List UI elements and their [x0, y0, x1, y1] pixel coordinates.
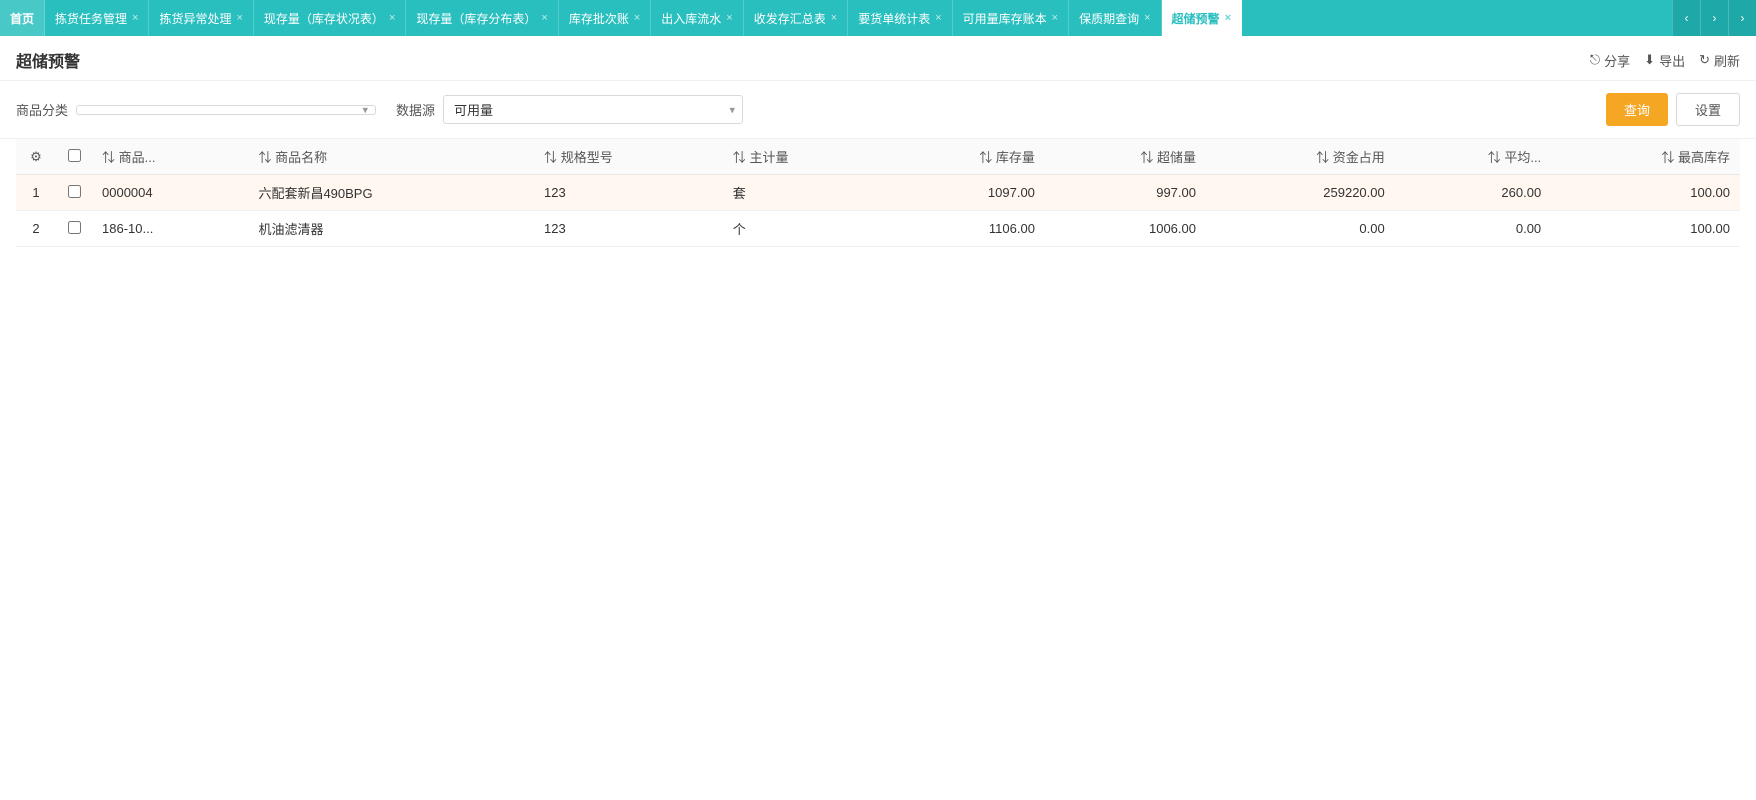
th-capital[interactable]: ⇅ 资金占用 — [1206, 139, 1395, 175]
nav-tab-overstock-warning[interactable]: 超储预警 × — [1162, 0, 1242, 36]
nav-tab-inventory-dist[interactable]: 现存量（库存分布表） × — [406, 0, 558, 36]
cell-stock: 1097.00 — [884, 175, 1045, 211]
row-num: 2 — [16, 211, 56, 247]
settings-button[interactable]: 设置 — [1676, 93, 1740, 126]
th-gear[interactable]: ⚙ — [16, 139, 56, 175]
th-stock[interactable]: ⇅ 库存量 — [884, 139, 1045, 175]
nav-next-button[interactable]: › — [1700, 0, 1728, 36]
nav-tab-quality-check[interactable]: 保质期查询 × — [1069, 0, 1161, 36]
close-icon[interactable]: × — [726, 12, 732, 24]
cell-product-name: 机油滤清器 — [248, 211, 534, 247]
nav-tab-order-stats[interactable]: 要货单统计表 × — [848, 0, 952, 36]
cell-product-code: 186-10... — [92, 211, 248, 247]
page-container: 超储预警 ⎋ 分享 ⬇ 导出 ↻ 刷新 商品分类 ▾ — [0, 36, 1756, 800]
close-icon[interactable]: × — [1225, 12, 1231, 24]
th-max-stock[interactable]: ⇅ 最高库存 — [1551, 139, 1740, 175]
cell-avg: 0.00 — [1395, 211, 1551, 247]
category-select[interactable]: ▾ — [76, 105, 376, 115]
cell-max-stock: 100.00 — [1551, 211, 1740, 247]
refresh-icon: ↻ — [1699, 52, 1710, 68]
close-icon[interactable]: × — [831, 12, 837, 24]
refresh-button[interactable]: ↻ 刷新 — [1699, 51, 1740, 70]
row-num: 1 — [16, 175, 56, 211]
export-icon: ⬇ — [1644, 52, 1655, 68]
nav-tab-task-mgmt[interactable]: 拣货任务管理 × — [45, 0, 149, 36]
page-header: 超储预警 ⎋ 分享 ⬇ 导出 ↻ 刷新 — [0, 36, 1756, 81]
table-row: 2 186-10... 机油滤清器 123 个 1106.00 1006.00 … — [16, 211, 1740, 247]
close-icon[interactable]: × — [935, 12, 941, 24]
category-select-wrapper: ▾ — [76, 105, 376, 115]
cell-overstock: 997.00 — [1045, 175, 1206, 211]
table-header-row: ⚙ ⇅ 商品... ⇅ 商品名称 ⇅ 规格型号 — [16, 139, 1740, 175]
close-icon[interactable]: × — [236, 12, 242, 24]
chevron-down-icon: ▾ — [730, 103, 736, 116]
nav-tab-abnormal[interactable]: 拣货异常处理 × — [149, 0, 253, 36]
datasource-label: 数据源 — [396, 100, 435, 119]
nav-arrows: ‹ › › — [1672, 0, 1756, 36]
cell-stock: 1106.00 — [884, 211, 1045, 247]
category-filter: 商品分类 ▾ — [16, 100, 376, 119]
filter-buttons: 查询 设置 — [1606, 93, 1740, 126]
top-nav: 首页 拣货任务管理 × 拣货异常处理 × 现存量（库存状况表） × 现存量（库存… — [0, 0, 1756, 36]
nav-more-button[interactable]: › — [1728, 0, 1756, 36]
nav-tab-in-out-flow[interactable]: 出入库流水 × — [651, 0, 743, 36]
close-icon[interactable]: × — [389, 12, 395, 24]
share-icon: ⎋ — [1590, 52, 1600, 68]
page-title: 超储预警 — [16, 48, 80, 72]
row-checkbox[interactable] — [68, 185, 81, 198]
gear-icon[interactable]: ⚙ — [30, 149, 42, 164]
query-button[interactable]: 查询 — [1606, 93, 1668, 126]
datasource-select[interactable]: 可用量 ▾ — [443, 95, 743, 124]
share-button[interactable]: ⎋ 分享 — [1590, 51, 1630, 70]
nav-prev-button[interactable]: ‹ — [1672, 0, 1700, 36]
table-row: 1 0000004 六配套新昌490BPG 123 套 1097.00 997.… — [16, 175, 1740, 211]
header-actions: ⎋ 分享 ⬇ 导出 ↻ 刷新 — [1590, 51, 1740, 70]
th-product-name[interactable]: ⇅ 商品名称 — [248, 139, 534, 175]
th-checkbox[interactable] — [56, 139, 92, 175]
close-icon[interactable]: × — [634, 12, 640, 24]
close-icon[interactable]: × — [541, 12, 547, 24]
th-product-code[interactable]: ⇅ 商品... — [92, 139, 248, 175]
datasource-filter: 数据源 可用量 ▾ — [396, 95, 743, 124]
cell-avg: 260.00 — [1395, 175, 1551, 211]
row-checkbox-cell[interactable] — [56, 211, 92, 247]
cell-overstock: 1006.00 — [1045, 211, 1206, 247]
nav-tab-inventory-status[interactable]: 现存量（库存状况表） × — [254, 0, 406, 36]
chevron-down-icon: ▾ — [362, 103, 368, 116]
datasource-select-wrapper: 可用量 ▾ — [443, 95, 743, 124]
cell-capital: 0.00 — [1206, 211, 1395, 247]
th-spec[interactable]: ⇅ 规格型号 — [534, 139, 723, 175]
export-button[interactable]: ⬇ 导出 — [1644, 51, 1685, 70]
cell-product-code: 0000004 — [92, 175, 248, 211]
nav-tab-available-account[interactable]: 可用量库存账本 × — [953, 0, 1069, 36]
row-checkbox-cell[interactable] — [56, 175, 92, 211]
nav-tab-collect-send[interactable]: 收发存汇总表 × — [744, 0, 848, 36]
cell-unit: 个 — [723, 211, 884, 247]
cell-max-stock: 100.00 — [1551, 175, 1740, 211]
close-icon[interactable]: × — [1144, 12, 1150, 24]
close-icon[interactable]: × — [132, 12, 138, 24]
cell-spec: 123 — [534, 175, 723, 211]
cell-capital: 259220.00 — [1206, 175, 1395, 211]
th-avg[interactable]: ⇅ 平均... — [1395, 139, 1551, 175]
cell-unit: 套 — [723, 175, 884, 211]
select-all-checkbox[interactable] — [68, 149, 81, 162]
close-icon[interactable]: × — [1052, 12, 1058, 24]
th-overstock[interactable]: ⇅ 超储量 — [1045, 139, 1206, 175]
data-table: ⚙ ⇅ 商品... ⇅ 商品名称 ⇅ 规格型号 — [16, 139, 1740, 247]
row-checkbox[interactable] — [68, 221, 81, 234]
category-label: 商品分类 — [16, 100, 68, 119]
filter-bar: 商品分类 ▾ 数据源 可用量 ▾ 查询 设置 — [0, 81, 1756, 139]
nav-tab-batch-account[interactable]: 库存批次账 × — [559, 0, 651, 36]
cell-spec: 123 — [534, 211, 723, 247]
th-unit[interactable]: ⇅ 主计量 — [723, 139, 884, 175]
cell-product-name: 六配套新昌490BPG — [248, 175, 534, 211]
table-container: ⚙ ⇅ 商品... ⇅ 商品名称 ⇅ 规格型号 — [0, 139, 1756, 247]
nav-tab-home[interactable]: 首页 — [0, 0, 45, 36]
